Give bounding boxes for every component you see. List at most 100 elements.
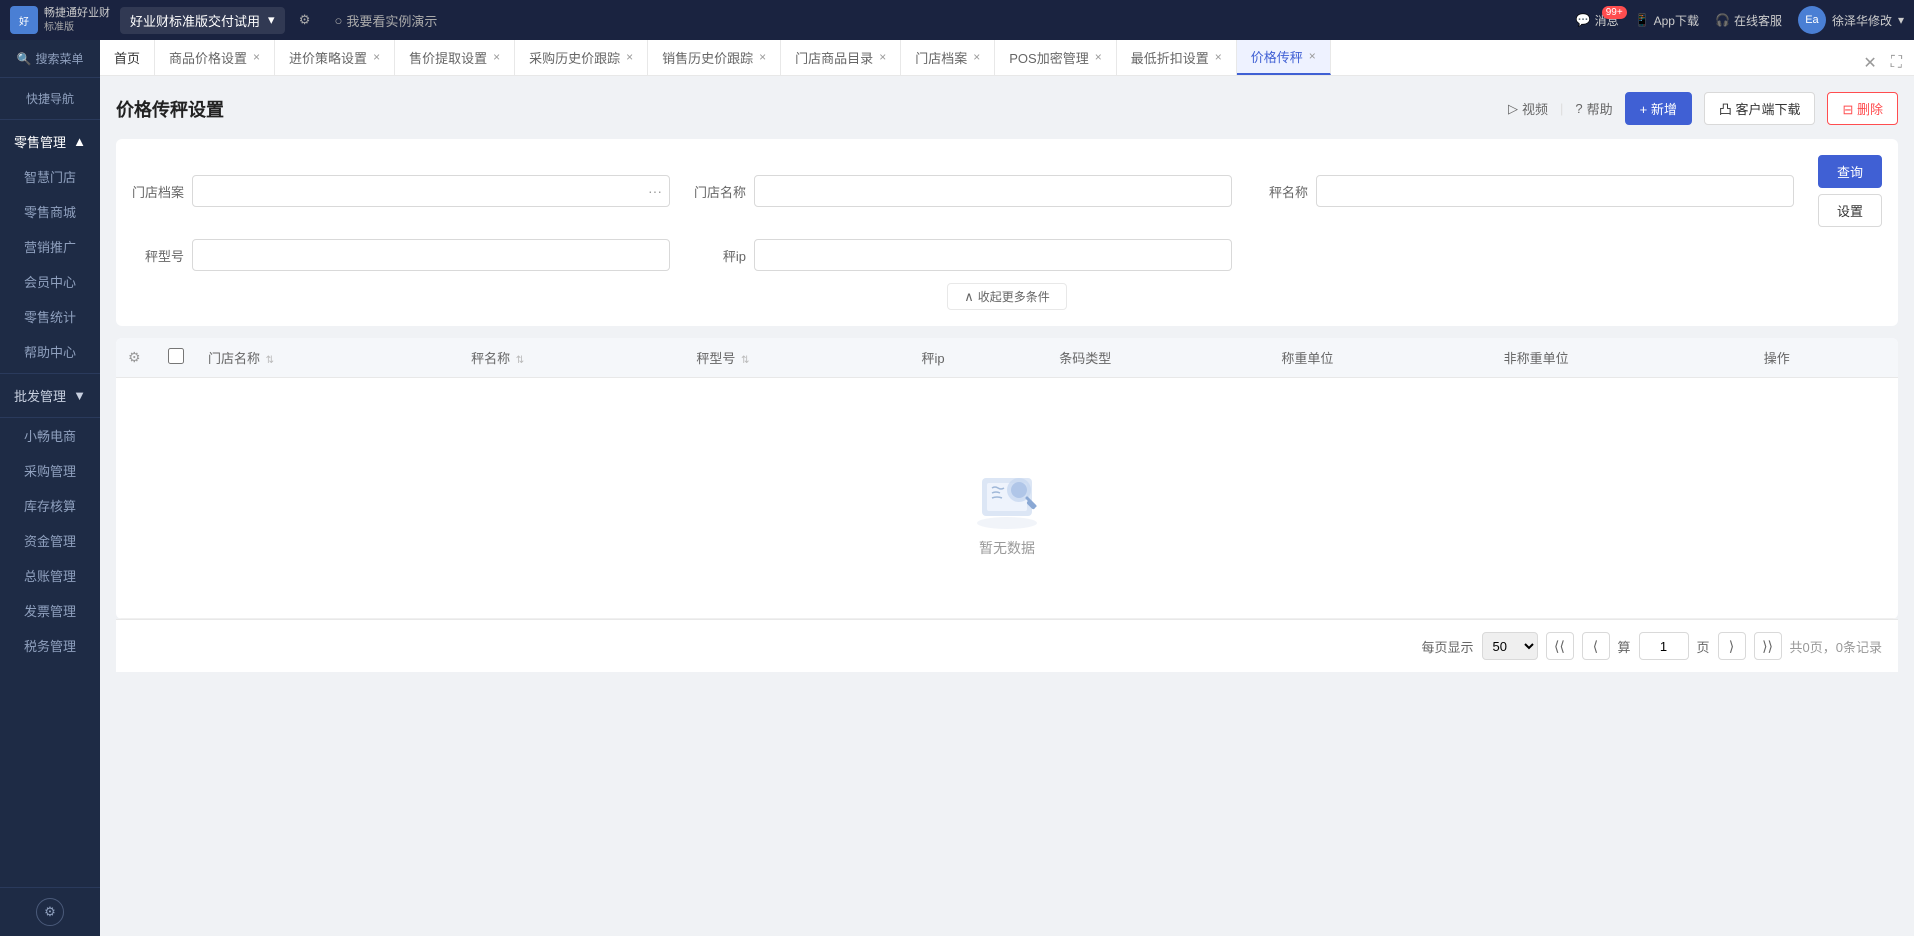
page-number-input[interactable] xyxy=(1639,632,1689,660)
tab-price-scale[interactable]: 价格传秤 × xyxy=(1237,40,1331,75)
tab-store-catalog[interactable]: 门店商品目录 × xyxy=(781,40,901,75)
th-weight-unit: 称重单位 xyxy=(1269,338,1491,378)
th-checkbox xyxy=(156,338,196,378)
tab-sale-price[interactable]: 售价提取设置 × xyxy=(395,40,515,75)
tab-close-goods-price[interactable]: × xyxy=(253,50,260,64)
sidebar-item-ecommerce[interactable]: 小畅电商 xyxy=(0,418,100,453)
retail-section-title[interactable]: 零售管理 ▲ xyxy=(0,124,100,159)
store-archive-input[interactable] xyxy=(192,175,670,207)
store-name-field: 门店名称 xyxy=(694,175,1232,207)
sidebar-item-retail-mall[interactable]: 零售商城 xyxy=(0,194,100,229)
sidebar-item-member-center[interactable]: 会员中心 xyxy=(0,264,100,299)
avatar: Ea xyxy=(1798,6,1826,34)
online-service-btn[interactable]: 🎧 在线客服 xyxy=(1715,12,1782,29)
page-title: 价格传秤设置 xyxy=(116,96,224,122)
tab-min-discount[interactable]: 最低折扣设置 × xyxy=(1117,40,1237,75)
sidebar-item-retail-stats[interactable]: 零售统计 xyxy=(0,299,100,334)
sidebar-settings-btn[interactable]: ⚙ xyxy=(36,898,64,926)
next-page-btn[interactable]: ⟩ xyxy=(1718,632,1746,660)
sidebar-item-inventory[interactable]: 库存核算 xyxy=(0,488,100,523)
version-dropdown[interactable]: 好业财标准版交付试用 ▾ xyxy=(120,7,285,34)
content-area: 首页 商品价格设置 × 进价策略设置 × 售价提取设置 × 采购历史价跟踪 × … xyxy=(100,40,1914,936)
scale-ip-input[interactable] xyxy=(754,239,1232,271)
tab-home[interactable]: 首页 xyxy=(100,40,155,75)
quick-nav-area: 快捷导航 xyxy=(0,78,100,120)
app-name: 畅捷通好业财 标准版 xyxy=(44,6,110,33)
tab-close-sales-history[interactable]: × xyxy=(759,50,766,64)
logo-area: 好 畅捷通好业财 标准版 xyxy=(10,6,110,34)
page-content: 价格传秤设置 ▷ 视频 | ? 帮助 + 新增 凸 客户端下载 xyxy=(100,76,1914,936)
search-icon: 🔍 xyxy=(17,52,32,66)
message-icon: 💬 xyxy=(1576,13,1591,27)
tab-close-store-archive[interactable]: × xyxy=(973,50,980,64)
query-btn[interactable]: 查询 xyxy=(1818,155,1882,188)
table-settings-icon[interactable]: ⚙ xyxy=(128,349,141,365)
tab-goods-price[interactable]: 商品价格设置 × xyxy=(155,40,275,75)
form-row-1: 门店档案 ··· 门店名称 秤名称 xyxy=(132,155,1882,227)
collapse-btn[interactable]: ∧ 收起更多条件 xyxy=(947,283,1067,310)
settings-icon[interactable]: ⚙ xyxy=(291,6,319,34)
data-table-container: ⚙ 门店名称 ⇅ 秤名称 ⇅ xyxy=(116,338,1898,619)
page-actions: ▷ 视频 | ? 帮助 + 新增 凸 客户端下载 ⊟ 删除 xyxy=(1508,92,1898,125)
help-link[interactable]: ? 帮助 xyxy=(1575,99,1612,118)
tab-close-min-discount[interactable]: × xyxy=(1215,50,1222,64)
per-page-select[interactable]: 50 10 20 100 xyxy=(1482,632,1538,660)
th-store-name[interactable]: 门店名称 ⇅ xyxy=(196,338,459,378)
sidebar-item-quick-nav[interactable]: 快捷导航 xyxy=(0,84,100,113)
tab-fullscreen-btn[interactable]: ⛶ xyxy=(1887,52,1906,74)
tab-close-purchase-strategy[interactable]: × xyxy=(373,50,380,64)
tab-sales-history[interactable]: 销售历史价跟踪 × xyxy=(648,40,781,75)
chevron-down-icon: ▼ xyxy=(73,388,86,403)
tab-close-store-catalog[interactable]: × xyxy=(879,50,886,64)
sidebar-item-general-ledger[interactable]: 总账管理 xyxy=(0,558,100,593)
sidebar-item-marketing[interactable]: 营销推广 xyxy=(0,229,100,264)
first-page-btn[interactable]: ⟨⟨ xyxy=(1546,632,1574,660)
tab-store-archive[interactable]: 门店档案 × xyxy=(901,40,995,75)
tab-purchase-history[interactable]: 采购历史价跟踪 × xyxy=(515,40,648,75)
user-chevron-icon: ▾ xyxy=(1898,13,1904,27)
store-name-input[interactable] xyxy=(754,175,1232,207)
tab-pos-manage[interactable]: POS加密管理 × xyxy=(995,40,1116,75)
sidebar-item-smart-store[interactable]: 智慧门店 xyxy=(0,159,100,194)
download-icon: 📱 xyxy=(1635,13,1650,27)
sidebar-item-tax[interactable]: 税务管理 xyxy=(0,628,100,663)
search-menu-btn[interactable]: 🔍 搜索菜单 xyxy=(0,40,100,78)
th-scale-model[interactable]: 秤型号 ⇅ xyxy=(684,338,909,378)
sidebar-item-help-center[interactable]: 帮助中心 xyxy=(0,334,100,369)
add-btn[interactable]: + 新增 xyxy=(1625,92,1692,125)
demo-link[interactable]: ○ 我要看实例演示 xyxy=(335,11,438,30)
wholesale-section-title[interactable]: 批发管理 ▼ xyxy=(0,378,100,413)
tab-close-price-scale[interactable]: × xyxy=(1309,49,1316,63)
th-settings: ⚙ xyxy=(116,338,156,378)
tab-close-purchase-history[interactable]: × xyxy=(626,50,633,64)
select-all-checkbox[interactable] xyxy=(168,348,184,364)
store-archive-field: 门店档案 ··· xyxy=(132,175,670,207)
collapse-icon: ∧ xyxy=(964,289,974,305)
messages-btn[interactable]: 💬 消息 99+ xyxy=(1576,12,1619,29)
sidebar-item-finance[interactable]: 资金管理 xyxy=(0,523,100,558)
video-link[interactable]: ▷ 视频 xyxy=(1508,99,1548,118)
form-row-2: 秤型号 秤ip xyxy=(132,239,1882,271)
tab-purchase-strategy[interactable]: 进价策略设置 × xyxy=(275,40,395,75)
per-page-label: 每页显示 xyxy=(1421,637,1473,656)
scale-ip-label: 秤ip xyxy=(694,246,746,265)
scale-name-input[interactable] xyxy=(1316,175,1794,207)
settings-btn[interactable]: 设置 xyxy=(1818,194,1882,227)
user-menu[interactable]: Ea 徐泽华修改 ▾ xyxy=(1798,6,1904,34)
tab-close-pos-manage[interactable]: × xyxy=(1095,50,1102,64)
tab-close-sale-price[interactable]: × xyxy=(493,50,500,64)
last-page-btn[interactable]: ⟩⟩ xyxy=(1754,632,1782,660)
tab-close-window-btn[interactable]: ✕ xyxy=(1859,51,1880,75)
download-btn[interactable]: 凸 客户端下载 xyxy=(1704,92,1816,125)
delete-btn[interactable]: ⊟ 删除 xyxy=(1827,92,1898,125)
ellipsis-btn[interactable]: ··· xyxy=(648,183,662,199)
app-download-btn[interactable]: 📱 App下载 xyxy=(1635,12,1699,29)
prev-page-btn[interactable]: ⟨ xyxy=(1582,632,1610,660)
scale-name-label: 秤名称 xyxy=(1256,182,1308,201)
sidebar-item-invoice[interactable]: 发票管理 xyxy=(0,593,100,628)
th-scale-name[interactable]: 秤名称 ⇅ xyxy=(459,338,684,378)
table-body: 暂无数据 xyxy=(116,378,1898,619)
sidebar-item-purchase[interactable]: 采购管理 xyxy=(0,453,100,488)
scale-model-input[interactable] xyxy=(192,239,670,271)
video-icon: ▷ xyxy=(1508,101,1518,117)
